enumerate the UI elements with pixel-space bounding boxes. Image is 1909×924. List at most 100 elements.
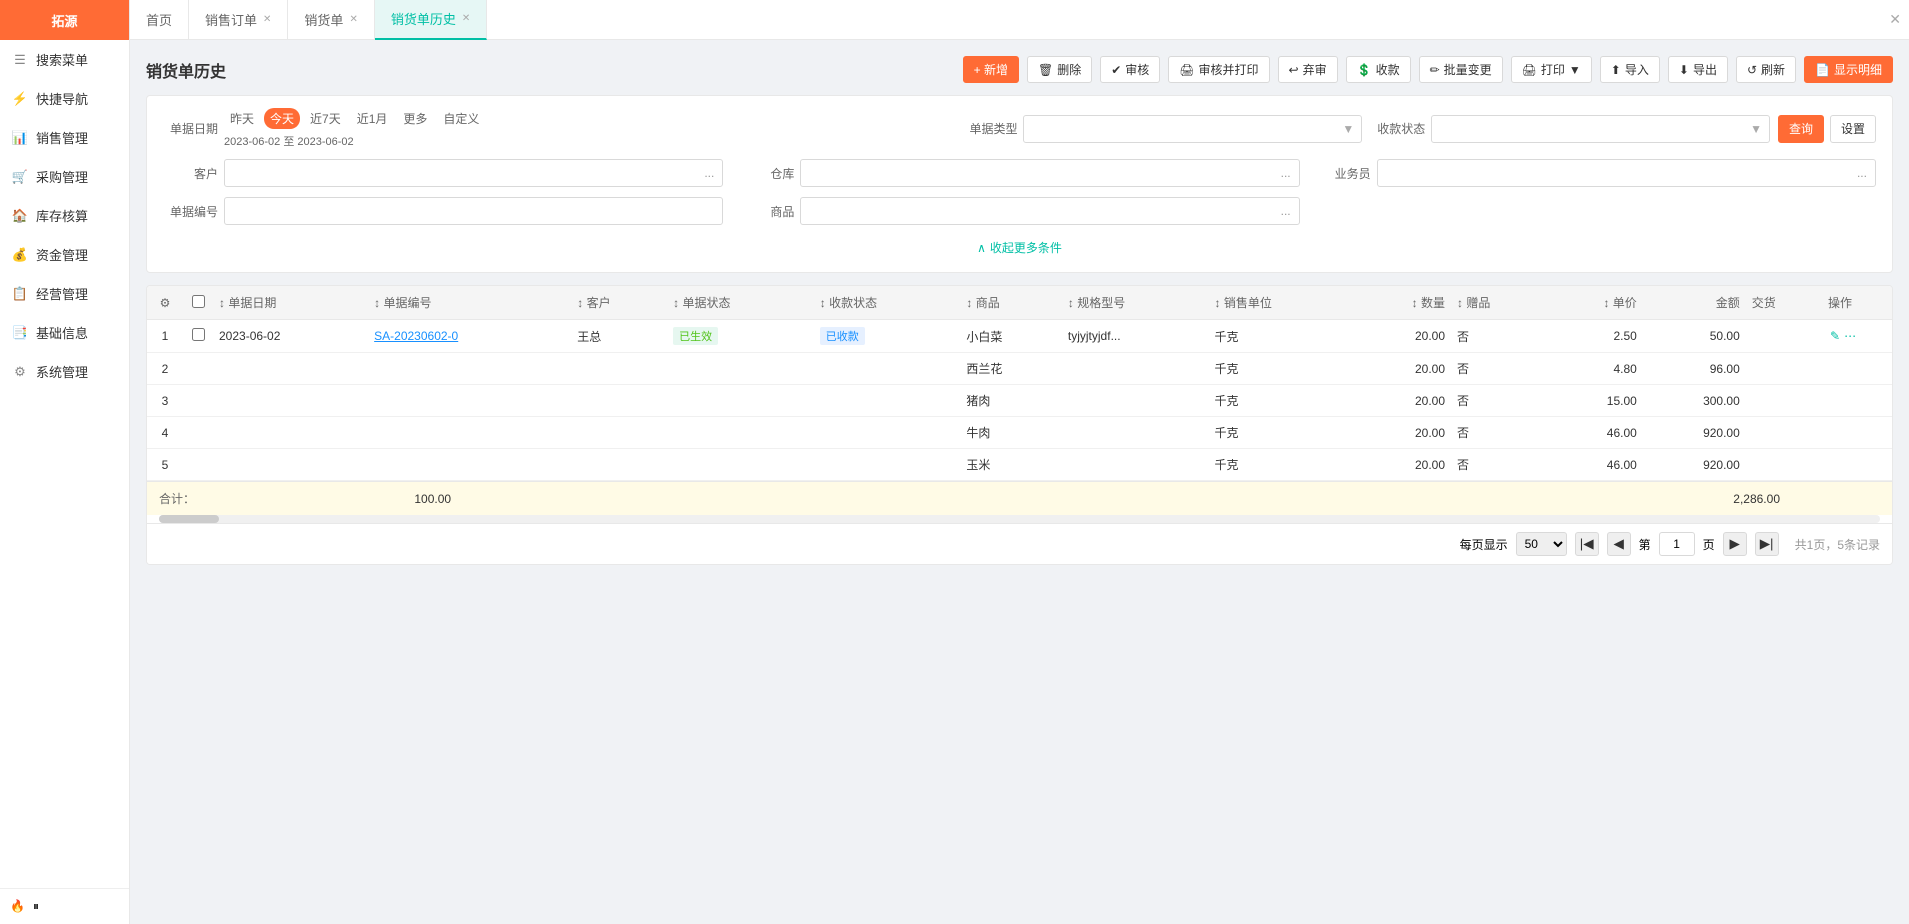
tab-home[interactable]: 首页 (130, 0, 189, 40)
date-tab-yesterday[interactable]: 昨天 (224, 108, 260, 129)
scrollbar[interactable] (159, 515, 1880, 523)
sidebar-item-quick-nav[interactable]: ⚡ 快捷导航 (0, 79, 129, 118)
pagination: 每页显示 50 20 100 |◀ ◀ 第 页 ▶ ▶| 共1页，5条记录 (147, 523, 1892, 564)
export-button[interactable]: ⬇ 导出 (1668, 56, 1728, 83)
print-icon: 🖨 (1522, 63, 1537, 77)
col-spec[interactable]: ↕ 规格型号 (1062, 286, 1209, 320)
fire-icon[interactable]: 🔥 (10, 899, 25, 914)
sidebar-item-operations[interactable]: 📋 经营管理 (0, 274, 129, 313)
col-doc-status[interactable]: ↕ 单据状态 (667, 286, 814, 320)
close-all-icon[interactable]: ✕ (1889, 11, 1901, 27)
prev-page-btn[interactable]: ◀ (1607, 532, 1631, 556)
doc-no-input[interactable] (224, 197, 723, 225)
collapse-button[interactable]: ∧ 收起更多条件 (973, 235, 1066, 260)
col-customer[interactable]: ↕ 客户 (571, 286, 667, 320)
col-unit-price[interactable]: ↕ 单价 (1547, 286, 1643, 320)
sales-mgmt-icon: 📊 (12, 130, 28, 146)
scrollbar-thumb[interactable] (159, 515, 219, 523)
sidebar-item-search-menu[interactable]: ☰ 搜索菜单 (0, 40, 129, 79)
tab-sales-goods[interactable]: 销货单 ✕ (288, 0, 374, 40)
page-header: 销货单历史 + 新增 🗑 删除 ✔ 审核 🖨 审核并打印 ↩ 弃审 (146, 56, 1893, 83)
sidebar-item-basic-info[interactable]: 📑 基础信息 (0, 313, 129, 352)
col-unit[interactable]: ↕ 销售单位 (1209, 286, 1356, 320)
footer-label: 合计： (159, 490, 195, 507)
date-tab-7days[interactable]: 近7天 (304, 108, 347, 129)
col-gift[interactable]: ↕ 赠品 (1451, 286, 1547, 320)
customer-input[interactable]: ... (224, 159, 723, 187)
cell-gift: 否 (1451, 353, 1547, 385)
cell-actions (1822, 417, 1892, 449)
sidebar-item-inventory[interactable]: 🏠 库存核算 (0, 196, 129, 235)
settings-button[interactable]: 设置 (1830, 115, 1876, 143)
print-dropdown-icon: ▼ (1569, 63, 1581, 77)
print-button[interactable]: 🖨 打印 ▼ (1511, 56, 1592, 83)
cell-checkbox[interactable] (183, 353, 213, 385)
doc-no-link[interactable]: SA-20230602-0 (374, 329, 458, 343)
cell-doc-no (368, 353, 571, 385)
row-checkbox[interactable] (192, 328, 205, 341)
refresh-button[interactable]: ↺ 刷新 (1736, 56, 1796, 83)
pause-icon[interactable]: ⏸ (33, 899, 39, 914)
doc-type-input[interactable] (1023, 115, 1362, 143)
tab-sales-order[interactable]: 销售订单 ✕ (189, 0, 288, 40)
tab-close-sales-order[interactable]: ✕ (263, 14, 271, 25)
payment-status-input[interactable] (1431, 115, 1770, 143)
main-area: 首页 销售订单 ✕ 销货单 ✕ 销货单历史 ✕ ✕ 销货单历史 + 新增 🗑 删… (130, 0, 1909, 924)
salesman-input[interactable]: ... (1377, 159, 1876, 187)
query-button[interactable]: 查询 (1778, 115, 1824, 143)
new-button[interactable]: + 新增 (963, 56, 1019, 83)
audit-print-button[interactable]: 🖨 审核并打印 (1168, 56, 1269, 83)
select-all-checkbox[interactable] (192, 295, 205, 308)
sidebar-item-finance[interactable]: 💰 资金管理 (0, 235, 129, 274)
cell-checkbox[interactable] (183, 449, 213, 481)
gear-settings-icon[interactable]: ⚙ (160, 296, 171, 310)
filter-doc-no: 单据编号 (163, 197, 723, 225)
tab-sales-history[interactable]: 销货单历史 ✕ (375, 0, 487, 40)
page-number-input[interactable] (1659, 532, 1695, 556)
batch-change-button[interactable]: ✏ 批量变更 (1419, 56, 1503, 83)
cell-checkbox[interactable] (183, 320, 213, 353)
date-tab-more[interactable]: 更多 (397, 108, 433, 129)
delete-icon: 🗑 (1038, 63, 1053, 77)
date-tab-today[interactable]: 今天 (264, 108, 300, 129)
edit-action[interactable]: ✎ (1828, 329, 1842, 343)
refresh-icon: ↺ (1747, 63, 1757, 77)
col-gear[interactable]: ⚙ (147, 286, 183, 320)
col-qty[interactable]: ↕ 数量 (1355, 286, 1451, 320)
payment-status-dropdown-icon[interactable]: ▼ (1750, 122, 1762, 136)
goods-input[interactable]: ... (800, 197, 1299, 225)
sidebar-item-sales-mgmt[interactable]: 📊 销售管理 (0, 118, 129, 157)
col-payment-status[interactable]: ↕ 收款状态 (814, 286, 961, 320)
col-checkbox[interactable] (183, 286, 213, 320)
cell-payment-status (814, 353, 961, 385)
tab-close-sales-goods[interactable]: ✕ (349, 14, 357, 25)
col-doc-date[interactable]: ↕ 单据日期 (213, 286, 368, 320)
purchase-mgmt-icon: 🛒 (12, 169, 28, 185)
sidebar-item-system-mgmt[interactable]: ⚙ 系统管理 (0, 352, 129, 391)
last-page-btn[interactable]: ▶| (1755, 532, 1779, 556)
col-goods[interactable]: ↕ 商品 (960, 286, 1062, 320)
col-amount[interactable]: 金额 (1643, 286, 1746, 320)
date-tab-custom[interactable]: 自定义 (437, 108, 485, 129)
per-page-select[interactable]: 50 20 100 (1516, 532, 1567, 556)
import-button[interactable]: ⬆ 导入 (1600, 56, 1660, 83)
more-action[interactable]: ⋯ (1842, 329, 1858, 343)
col-transaction[interactable]: 交货 (1746, 286, 1822, 320)
abandon-button[interactable]: ↩ 弃审 (1278, 56, 1338, 83)
date-tab-1month[interactable]: 近1月 (351, 108, 394, 129)
cell-goods: 玉米 (960, 449, 1062, 481)
tab-close-sales-history[interactable]: ✕ (462, 13, 470, 24)
col-doc-no[interactable]: ↕ 单据编号 (368, 286, 571, 320)
first-page-btn[interactable]: |◀ (1575, 532, 1599, 556)
cell-checkbox[interactable] (183, 385, 213, 417)
collect-button[interactable]: 💲 收款 (1346, 56, 1411, 83)
warehouse-input[interactable]: ... (800, 159, 1299, 187)
cell-checkbox[interactable] (183, 417, 213, 449)
operations-icon: 📋 (12, 286, 28, 302)
doc-type-dropdown-icon[interactable]: ▼ (1342, 122, 1354, 136)
next-page-btn[interactable]: ▶ (1723, 532, 1747, 556)
audit-button[interactable]: ✔ 审核 (1100, 56, 1160, 83)
show-detail-button[interactable]: 📄 显示明细 (1804, 56, 1893, 83)
delete-button[interactable]: 🗑 删除 (1027, 56, 1092, 83)
sidebar-item-purchase-mgmt[interactable]: 🛒 采购管理 (0, 157, 129, 196)
